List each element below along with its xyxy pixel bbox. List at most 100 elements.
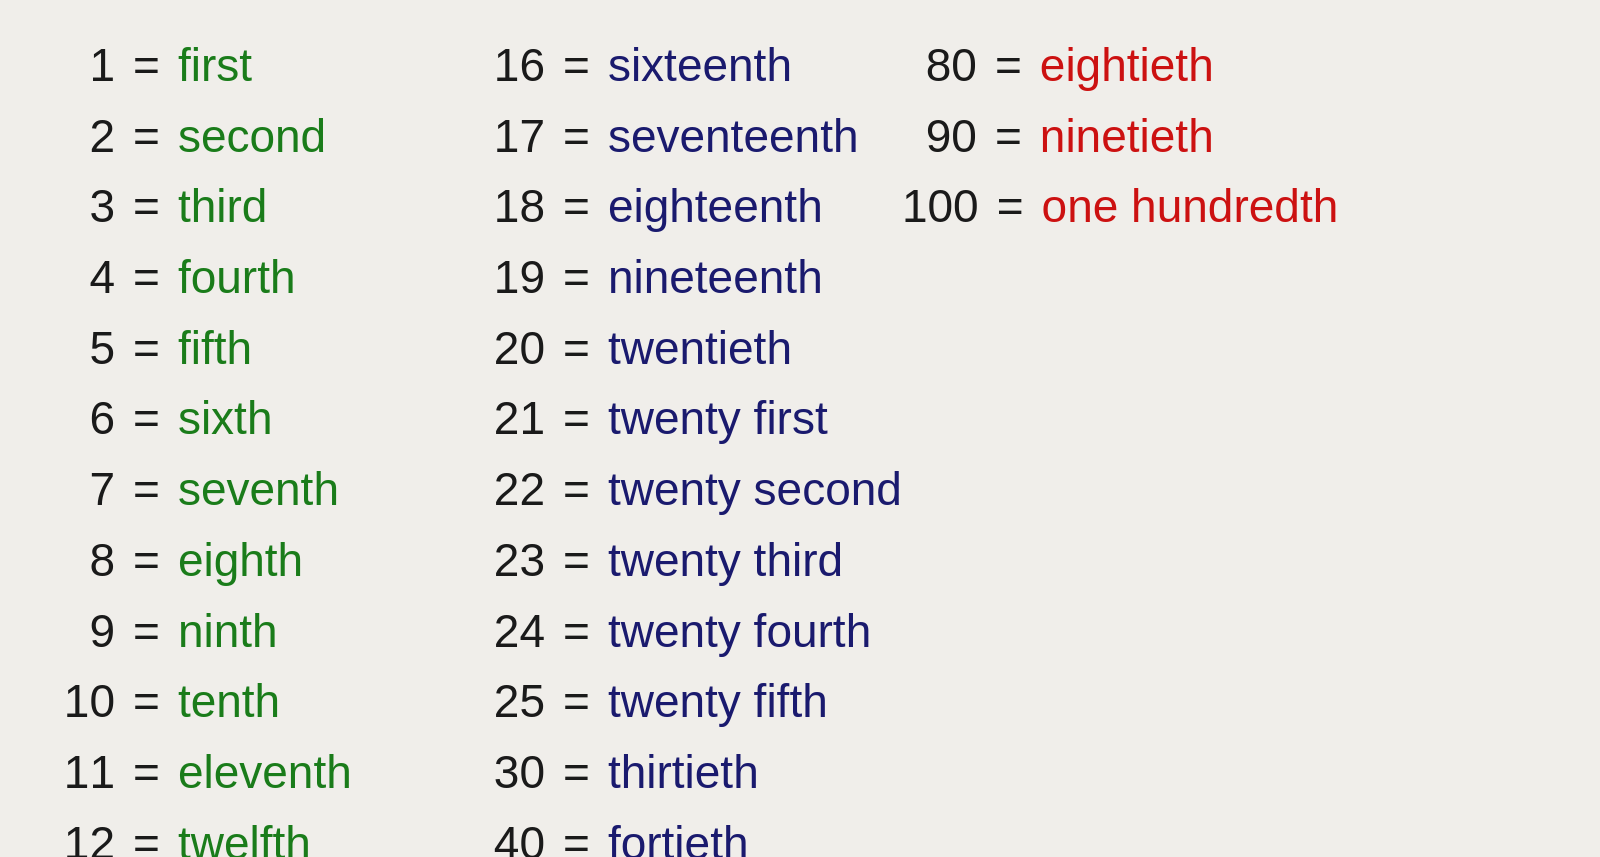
equals-sign: = <box>563 32 590 99</box>
table-row: 3=third <box>40 171 470 242</box>
ordinal-number: 20 <box>470 315 545 382</box>
ordinal-word: seventh <box>178 456 339 523</box>
equals-sign: = <box>563 173 590 240</box>
ordinal-word: seventeenth <box>608 103 859 170</box>
table-row: 10 = tenth <box>40 666 470 737</box>
table-row: 20 = twentieth <box>470 313 902 384</box>
table-row: 100=one hundredth <box>902 171 1338 242</box>
ordinal-word: one hundredth <box>1042 173 1339 240</box>
ordinal-word: twenty third <box>608 527 843 594</box>
equals-sign: = <box>563 385 590 452</box>
table-row: 18 = eighteenth <box>470 171 902 242</box>
equals-sign: = <box>563 527 590 594</box>
ordinal-number: 11 <box>40 739 115 806</box>
table-row: 23 = twenty third <box>470 525 902 596</box>
table-row: 25=twenty fifth <box>470 666 902 737</box>
ordinal-number: 100 <box>902 173 979 240</box>
equals-sign: = <box>563 598 590 665</box>
ordinal-word: twentieth <box>608 315 792 382</box>
ordinal-word: nineteenth <box>608 244 823 311</box>
ordinal-number: 9 <box>40 598 115 665</box>
equals-sign: = <box>563 315 590 382</box>
equals-sign: = <box>133 739 160 806</box>
equals-sign: = <box>133 598 160 665</box>
column-col2: 16=sixteenth17=seventeenth18=eighteenth1… <box>470 30 902 857</box>
ordinal-word: fifth <box>178 315 252 382</box>
ordinal-number: 16 <box>470 32 545 99</box>
equals-sign: = <box>995 32 1022 99</box>
ordinal-number: 19 <box>470 244 545 311</box>
table-row: 16 = sixteenth <box>470 30 902 101</box>
ordinal-number: 18 <box>470 173 545 240</box>
ordinal-number: 80 <box>902 32 977 99</box>
equals-sign: = <box>995 103 1022 170</box>
ordinal-word: twenty fourth <box>608 598 871 665</box>
table-row: 1 = first <box>40 30 470 101</box>
equals-sign: = <box>133 244 160 311</box>
ordinal-number: 7 <box>40 456 115 523</box>
equals-sign: = <box>133 385 160 452</box>
ordinal-word: sixth <box>178 385 273 452</box>
ordinal-word: twenty second <box>608 456 902 523</box>
ordinal-number: 10 <box>40 668 115 735</box>
ordinal-word: ninetieth <box>1040 103 1214 170</box>
equals-sign: = <box>133 527 160 594</box>
ordinal-number: 8 <box>40 527 115 594</box>
table-row: 17 = seventeenth <box>470 101 902 172</box>
equals-sign: = <box>133 315 160 382</box>
ordinal-word: eightieth <box>1040 32 1214 99</box>
column-col1: 1=first2=second3=third4=fourth5=fifth6=s… <box>40 30 470 857</box>
table-row: 30 = thirtieth <box>470 737 902 808</box>
equals-sign: = <box>133 456 160 523</box>
equals-sign: = <box>563 456 590 523</box>
table-row: 11 = eleventh <box>40 737 470 808</box>
ordinal-number: 17 <box>470 103 545 170</box>
table-row: 7 = seventh <box>40 454 470 525</box>
table-row: 40=fortieth <box>470 808 902 857</box>
ordinal-number: 90 <box>902 103 977 170</box>
table-row: 6 = sixth <box>40 383 470 454</box>
equals-sign: = <box>133 103 160 170</box>
ordinal-number: 30 <box>470 739 545 806</box>
table-row: 22=twenty second <box>470 454 902 525</box>
equals-sign: = <box>133 668 160 735</box>
ordinal-word: eighteenth <box>608 173 823 240</box>
equals-sign: = <box>563 739 590 806</box>
equals-sign: = <box>563 244 590 311</box>
ordinal-number: 23 <box>470 527 545 594</box>
table-row: 90 = ninetieth <box>902 101 1338 172</box>
ordinal-number: 3 <box>40 173 115 240</box>
equals-sign: = <box>133 32 160 99</box>
ordinal-number: 25 <box>470 668 545 735</box>
equals-sign: = <box>563 810 590 857</box>
ordinal-word: ninth <box>178 598 278 665</box>
table-row: 19 = nineteenth <box>470 242 902 313</box>
table-row: 9 = ninth <box>40 596 470 667</box>
ordinal-word: first <box>178 32 252 99</box>
ordinal-word: fortieth <box>608 810 749 857</box>
equals-sign: = <box>133 810 160 857</box>
ordinal-word: eleventh <box>178 739 352 806</box>
equals-sign: = <box>563 103 590 170</box>
table-row: 8 = eighth <box>40 525 470 596</box>
table-row: 5 = fifth <box>40 313 470 384</box>
ordinal-word: twelfth <box>178 810 311 857</box>
ordinals-table: 1=first2=second3=third4=fourth5=fifth6=s… <box>40 30 1560 857</box>
ordinal-word: thirtieth <box>608 739 759 806</box>
ordinal-word: tenth <box>178 668 280 735</box>
ordinal-number: 2 <box>40 103 115 170</box>
ordinal-word: sixteenth <box>608 32 792 99</box>
ordinal-number: 5 <box>40 315 115 382</box>
ordinal-number: 1 <box>40 32 115 99</box>
ordinal-number: 4 <box>40 244 115 311</box>
ordinal-word: twenty first <box>608 385 828 452</box>
table-row: 21 = twenty first <box>470 383 902 454</box>
ordinal-word: eighth <box>178 527 303 594</box>
table-row: 80 = eightieth <box>902 30 1338 101</box>
equals-sign: = <box>563 668 590 735</box>
ordinal-number: 21 <box>470 385 545 452</box>
ordinal-word: third <box>178 173 267 240</box>
table-row: 2=second <box>40 101 470 172</box>
ordinal-number: 24 <box>470 598 545 665</box>
ordinal-number: 6 <box>40 385 115 452</box>
